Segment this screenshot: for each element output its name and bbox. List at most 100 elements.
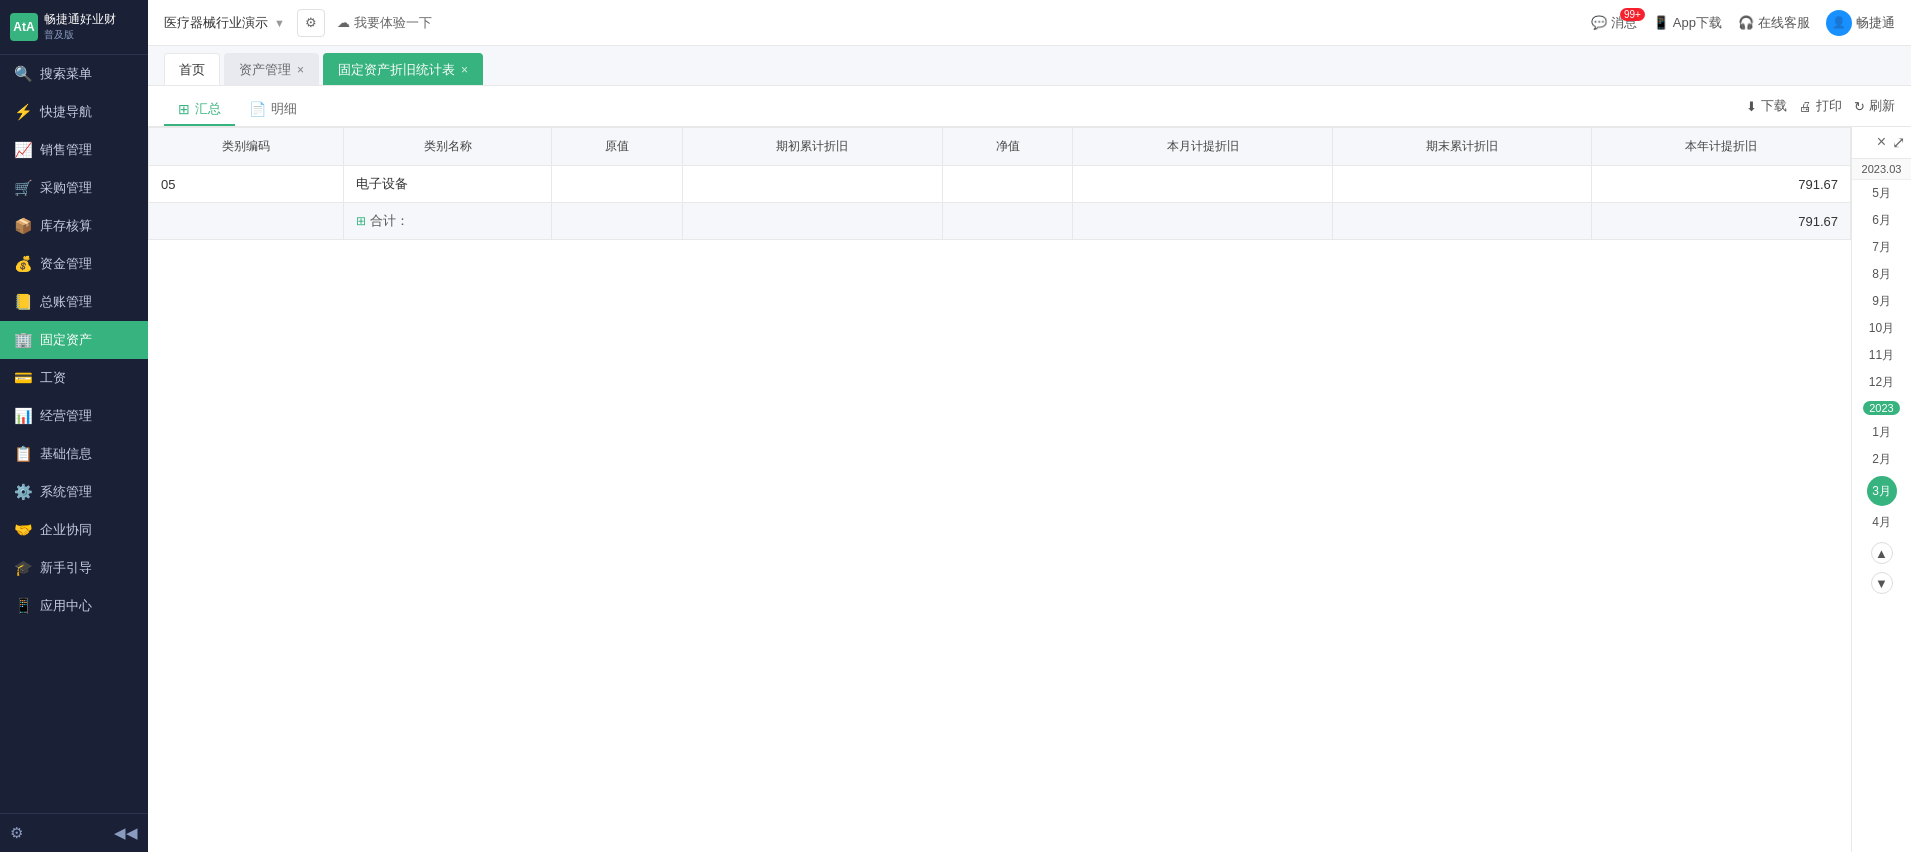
sidebar-item-system[interactable]: ⚙️ 系统管理 xyxy=(0,473,148,511)
sidebar-icon-operations: 📊 xyxy=(14,407,32,425)
sidebar-item-finance[interactable]: 💰 资金管理 xyxy=(0,245,148,283)
company-dropdown-arrow: ▼ xyxy=(274,17,285,29)
month-item-may[interactable]: 5月 xyxy=(1852,180,1911,207)
sidebar-icon-quick-nav: ⚡ xyxy=(14,103,32,121)
tab-depreciation[interactable]: 固定资产折旧统计表 × xyxy=(323,53,483,85)
customer-service-icon: 🎧 xyxy=(1738,15,1754,30)
sidebar-icon-system: ⚙️ xyxy=(14,483,32,501)
experience-button[interactable]: ☁ 我要体验一下 xyxy=(337,14,432,32)
sub-tab-summary[interactable]: ⊞ 汇总 xyxy=(164,94,235,126)
sub-tab-detail[interactable]: 📄 明细 xyxy=(235,94,311,126)
content-area: ⊞ 汇总 📄 明细 ⬇ 下载 🖨 打印 ↻ xyxy=(148,86,1911,852)
company-selector[interactable]: 医疗器械行业演示 ▼ xyxy=(164,14,285,32)
sidebar-item-ledger[interactable]: 📒 总账管理 xyxy=(0,283,148,321)
sidebar-icon-salary: 💳 xyxy=(14,369,32,387)
sidebar-label-guide: 新手引导 xyxy=(40,559,92,577)
sidebar-item-enterprise[interactable]: 🤝 企业协同 xyxy=(0,511,148,549)
app-download-icon: 📱 xyxy=(1653,15,1669,30)
month-item-oct[interactable]: 10月 xyxy=(1852,315,1911,342)
side-panel: × ⤢ 2023.03 5月 6月 7月 8月 9月 10月 11月 12月 2… xyxy=(1851,127,1911,852)
month-item-aug[interactable]: 8月 xyxy=(1852,261,1911,288)
sidebar-label-ledger: 总账管理 xyxy=(40,293,92,311)
sidebar-item-fixed-assets[interactable]: 🏢 固定资产 xyxy=(0,321,148,359)
month-item-feb[interactable]: 2月 xyxy=(1852,446,1911,473)
row-original xyxy=(552,166,683,203)
sidebar: AtA 畅捷通好业财 普及版 🔍 搜索菜单 ⚡ 快捷导航 📈 销售管理 🛒 采购… xyxy=(0,0,148,852)
sidebar-icon-app-center: 📱 xyxy=(14,597,32,615)
nav-buttons: ▲ xyxy=(1852,536,1911,570)
sidebar-item-app-center[interactable]: 📱 应用中心 xyxy=(0,587,148,625)
row-name: 电子设备 xyxy=(344,166,552,203)
table-row[interactable]: 05 电子设备 791.67 xyxy=(149,166,1851,203)
month-item-apr[interactable]: 4月 xyxy=(1852,509,1911,536)
month-item-sep[interactable]: 9月 xyxy=(1852,288,1911,315)
sidebar-footer: ⚙ ◀◀ xyxy=(0,813,148,852)
sidebar-item-salary[interactable]: 💳 工资 xyxy=(0,359,148,397)
avatar: 👤 xyxy=(1826,10,1852,36)
side-panel-header: × ⤢ xyxy=(1852,127,1911,159)
customer-service-button[interactable]: 🎧 在线客服 xyxy=(1738,14,1810,32)
sidebar-item-operations[interactable]: 📊 经营管理 xyxy=(0,397,148,435)
col-monthly-depr: 本月计提折旧 xyxy=(1073,128,1332,166)
month-item-jan[interactable]: 1月 xyxy=(1852,419,1911,446)
settings-button[interactable]: ⚙ xyxy=(297,9,325,37)
row-initial-depr xyxy=(683,166,942,203)
user-profile[interactable]: 👤 畅捷通 xyxy=(1826,10,1895,36)
sidebar-label-finance: 资金管理 xyxy=(40,255,92,273)
sidebar-label-purchase: 采购管理 xyxy=(40,179,92,197)
sidebar-icon-ledger: 📒 xyxy=(14,293,32,311)
sub-tabs: ⊞ 汇总 📄 明细 xyxy=(164,86,1746,126)
total-monthly-depr xyxy=(1073,203,1332,240)
print-icon: 🖨 xyxy=(1799,99,1812,114)
side-panel-expand-button[interactable]: ⤢ xyxy=(1892,133,1905,152)
download-button[interactable]: ⬇ 下载 xyxy=(1746,97,1787,115)
row-annual-depr: 791.67 xyxy=(1591,166,1850,203)
year-badge-2023[interactable]: 2023 xyxy=(1852,396,1911,419)
col-original: 原值 xyxy=(552,128,683,166)
app-logo-icon: AtA xyxy=(10,13,38,41)
month-item-jun[interactable]: 6月 xyxy=(1852,207,1911,234)
month-item-mar-active[interactable]: 3月 xyxy=(1867,476,1897,506)
tab-asset-mgmt[interactable]: 资产管理 × xyxy=(224,53,319,85)
table-wrap[interactable]: 类别编码 类别名称 原值 期初累计折旧 净值 本月计提折旧 期末累计折旧 本年计… xyxy=(148,127,1851,852)
month-item-dec[interactable]: 12月 xyxy=(1852,369,1911,396)
period-display: 2023.03 xyxy=(1852,159,1911,180)
tab-depreciation-close[interactable]: × xyxy=(461,63,468,77)
month-item-nov[interactable]: 11月 xyxy=(1852,342,1911,369)
sidebar-label-search: 搜索菜单 xyxy=(40,65,92,83)
notification-button[interactable]: 💬 消息 99+ xyxy=(1591,14,1637,32)
col-end-depr: 期末累计折旧 xyxy=(1332,128,1591,166)
app-logo-text: 畅捷通好业财 普及版 xyxy=(44,12,116,42)
sidebar-item-inventory[interactable]: 📦 库存核算 xyxy=(0,207,148,245)
tab-home[interactable]: 首页 xyxy=(164,53,220,85)
col-net-value: 净值 xyxy=(942,128,1073,166)
sidebar-nav: 🔍 搜索菜单 ⚡ 快捷导航 📈 销售管理 🛒 采购管理 📦 库存核算 💰 资金管… xyxy=(0,55,148,813)
sidebar-icon-guide: 🎓 xyxy=(14,559,32,577)
sidebar-label-quick-nav: 快捷导航 xyxy=(40,103,92,121)
nav-next-button[interactable]: ▼ xyxy=(1871,572,1893,594)
print-button[interactable]: 🖨 打印 xyxy=(1799,97,1842,115)
sidebar-item-quick-nav[interactable]: ⚡ 快捷导航 xyxy=(0,93,148,131)
month-item-jul[interactable]: 7月 xyxy=(1852,234,1911,261)
sidebar-item-sales[interactable]: 📈 销售管理 xyxy=(0,131,148,169)
nav-prev-button[interactable]: ▲ xyxy=(1871,542,1893,564)
sidebar-item-basic-info[interactable]: 📋 基础信息 xyxy=(0,435,148,473)
side-panel-close-button[interactable]: × xyxy=(1877,133,1886,152)
refresh-button[interactable]: ↻ 刷新 xyxy=(1854,97,1895,115)
sidebar-item-search[interactable]: 🔍 搜索菜单 xyxy=(0,55,148,93)
tabs-bar: 首页 资产管理 × 固定资产折旧统计表 × xyxy=(148,46,1911,86)
nav-buttons-down: ▼ xyxy=(1852,570,1911,596)
app-download-button[interactable]: 📱 App下载 xyxy=(1653,14,1722,32)
total-label: ⊞ 合计： xyxy=(344,203,552,240)
summary-icon: ⊞ xyxy=(178,101,190,117)
table-total-row: ⊞ 合计： 791.67 xyxy=(149,203,1851,240)
depreciation-table: 类别编码 类别名称 原值 期初累计折旧 净值 本月计提折旧 期末累计折旧 本年计… xyxy=(148,127,1851,240)
sidebar-item-guide[interactable]: 🎓 新手引导 xyxy=(0,549,148,587)
collapse-icon[interactable]: ◀◀ xyxy=(114,824,138,842)
total-annual-depr: 791.67 xyxy=(1591,203,1850,240)
tab-asset-mgmt-close[interactable]: × xyxy=(297,63,304,77)
download-icon: ⬇ xyxy=(1746,99,1757,114)
table-section: 类别编码 类别名称 原值 期初累计折旧 净值 本月计提折旧 期末累计折旧 本年计… xyxy=(148,127,1851,852)
settings-icon[interactable]: ⚙ xyxy=(10,824,23,842)
sidebar-item-purchase[interactable]: 🛒 采购管理 xyxy=(0,169,148,207)
